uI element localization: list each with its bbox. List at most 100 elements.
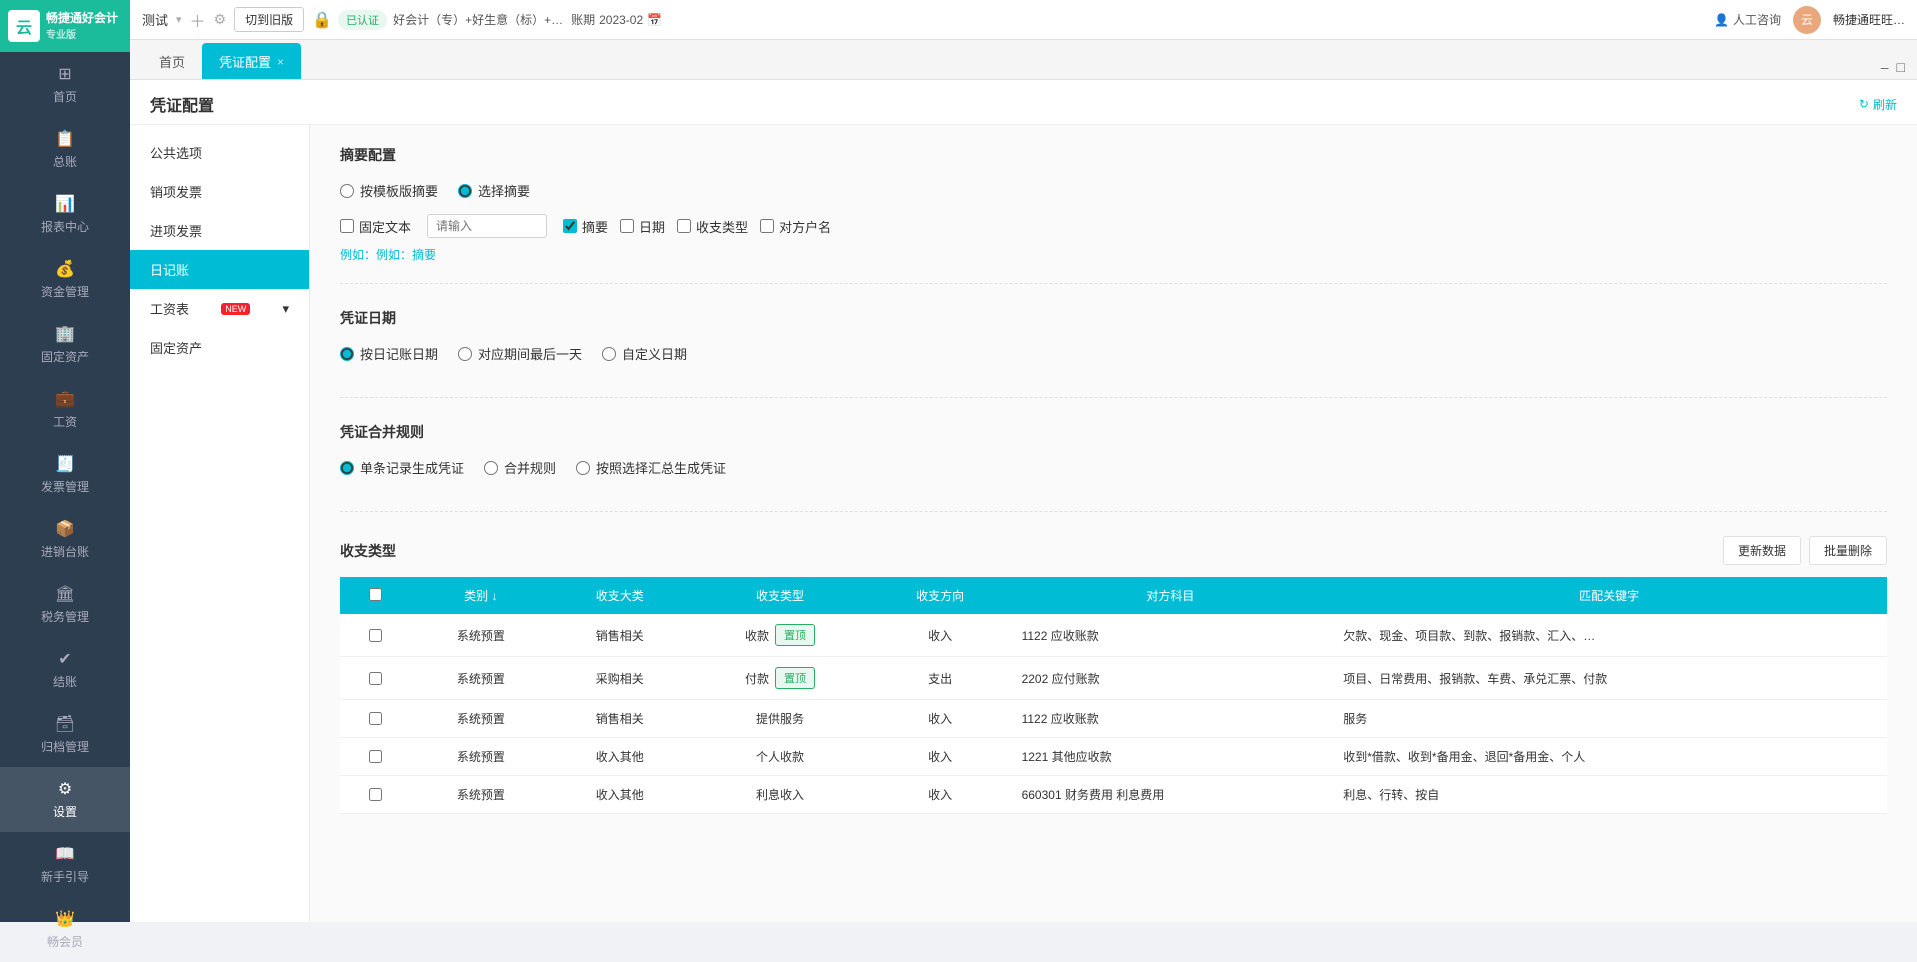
app-logo: 云 畅捷通好会计 专业版 — [0, 0, 130, 52]
expand-icon: ▾ — [282, 301, 289, 317]
page-title: 凭证配置 — [150, 92, 214, 116]
row-category: 系统预置 — [411, 738, 550, 776]
sidebar-item-tax[interactable]: 🏛 税务管理 — [0, 572, 130, 637]
settings-icon[interactable]: ⚙ — [214, 11, 227, 28]
tab-voucher-config[interactable]: 凭证配置 × — [202, 43, 301, 79]
tag-badge-1[interactable]: 置顶 — [775, 667, 815, 689]
summary-radio-template[interactable]: 按模板版摘要 — [340, 181, 438, 200]
left-nav-label-purchase_inv: 进项发票 — [150, 221, 202, 240]
sidebar-item-assets[interactable]: 🏢固定资产 — [0, 312, 130, 377]
row-keywords: 收到*借款、收到*备用金、退回*备用金、个人 — [1331, 738, 1887, 776]
left-nav-item-purchase_inv[interactable]: 进项发票 — [130, 211, 309, 250]
sidebar-label-archive: 归档管理 — [41, 738, 89, 755]
date-radio-input-journal_date[interactable] — [340, 347, 354, 361]
sidebar-label-tax: 税务管理 — [41, 608, 89, 625]
fullscreen-icon[interactable]: □ — [1897, 59, 1905, 75]
row-direction: 收入 — [871, 776, 1010, 814]
select-all-checkbox[interactable] — [369, 588, 382, 601]
merge-radio-input-summary_gen[interactable] — [576, 461, 590, 475]
left-nav-label-journal: 日记账 — [150, 260, 189, 279]
row-checkbox-cell[interactable] — [340, 614, 411, 657]
row-checkbox-cell[interactable] — [340, 657, 411, 700]
fixed-text-checkbox[interactable] — [340, 219, 354, 233]
radio-input-select[interactable] — [458, 184, 472, 198]
sidebar-item-invoice[interactable]: 🧾发票管理 — [0, 442, 130, 507]
date-radio-custom[interactable]: 自定义日期 — [602, 344, 687, 363]
sidebar-item-salary[interactable]: 💼工资 — [0, 377, 130, 442]
left-nav-item-journal[interactable]: 日记账 — [130, 250, 309, 289]
left-nav-item-public[interactable]: 公共选项 — [130, 133, 309, 172]
merge-section: 凭证合并规则 单条记录生成凭证 合并规则 按照选择汇总生成凭证 — [340, 422, 1887, 512]
checkbox-counterparty[interactable]: 对方户名 — [760, 217, 831, 236]
sidebar-item-archive[interactable]: 🗃 归档管理 — [0, 702, 130, 767]
date-radio-input-period_last[interactable] — [458, 347, 472, 361]
row-keywords: 项目、日常费用、报销款、车费、承兑汇票、付款 — [1331, 657, 1887, 700]
merge-radio-input-merge[interactable] — [484, 461, 498, 475]
sidebar-item-purchase[interactable]: 📦进销台账 — [0, 507, 130, 572]
user-name[interactable]: 畅捷通旺旺… — [1833, 11, 1905, 28]
table-header-4: 收支方向 — [871, 577, 1010, 614]
calendar-icon[interactable]: 📅 — [647, 13, 662, 27]
radio-input-template[interactable] — [340, 184, 354, 198]
table-header-0[interactable] — [340, 577, 411, 614]
sidebar-item-ledger[interactable]: 📋总账 — [0, 117, 130, 182]
left-nav-item-sales[interactable]: 销项发票 — [130, 172, 309, 211]
merge-radio-merge[interactable]: 合并规则 — [484, 458, 556, 477]
merge-radio-input-single[interactable] — [340, 461, 354, 475]
merge-radio-summary_gen[interactable]: 按照选择汇总生成凭证 — [576, 458, 726, 477]
row-category: 系统预置 — [411, 700, 550, 738]
archive-icon: 🗃 — [55, 714, 75, 734]
help-button[interactable]: 👤 人工咨询 — [1714, 11, 1781, 28]
checkbox-input-summary[interactable] — [563, 219, 577, 233]
date-radio-period_last[interactable]: 对应期间最后一天 — [458, 344, 582, 363]
checkbox-input-date[interactable] — [620, 219, 634, 233]
checkbox-input-type[interactable] — [677, 219, 691, 233]
sidebar-item-settings[interactable]: ⚙设置 — [0, 767, 130, 832]
row-subject: 1221 其他应收款 — [1010, 738, 1332, 776]
merge-title: 凭证合并规则 — [340, 422, 1887, 442]
sidebar-item-member[interactable]: 👑畅会员 — [0, 897, 130, 962]
add-icon[interactable]: ＋ — [190, 8, 206, 32]
switch-version-button[interactable]: 切到旧版 — [234, 7, 304, 32]
row-major-type: 收入其他 — [550, 776, 689, 814]
tab-home[interactable]: 首页 — [142, 43, 202, 79]
dropdown-icon[interactable]: ▾ — [176, 13, 182, 26]
date-radio-journal_date[interactable]: 按日记账日期 — [340, 344, 438, 363]
date-radio-input-custom[interactable] — [602, 347, 616, 361]
sidebar-label-settings: 设置 — [53, 803, 77, 820]
tax-icon: 🏛 — [55, 584, 75, 604]
sidebar: 云 畅捷通好会计 专业版 ⊞首页📋总账📊报表中心💰资金管理🏢固定资产💼工资🧾发票… — [0, 0, 130, 922]
sidebar-item-home[interactable]: ⊞首页 — [0, 52, 130, 117]
logo-sub: 专业版 — [46, 26, 118, 41]
tag-badge-0[interactable]: 置顶 — [775, 624, 815, 646]
checkbox-input-counterparty[interactable] — [760, 219, 774, 233]
row-keywords: 欠款、现金、项目款、到款、报销款、汇入、… — [1331, 614, 1887, 657]
sidebar-item-settle[interactable]: ✔结账 — [0, 637, 130, 702]
tab-close-icon[interactable]: × — [277, 55, 284, 69]
minimize-icon[interactable]: – — [1881, 59, 1889, 75]
fixed-text-input[interactable] — [427, 214, 547, 238]
row-checkbox-cell[interactable] — [340, 700, 411, 738]
row-checkbox-cell[interactable] — [340, 776, 411, 814]
left-nav-item-salary_sheet[interactable]: 工资表NEW▾ — [130, 289, 309, 328]
fixed-text-label[interactable]: 固定文本 — [340, 217, 411, 236]
guide-icon: 📖 — [55, 844, 75, 864]
row-major-type: 销售相关 — [550, 614, 689, 657]
refresh-button[interactable]: ↻ 刷新 — [1859, 96, 1897, 113]
update-data-button[interactable]: 更新数据 — [1723, 536, 1801, 565]
sidebar-item-reports[interactable]: 📊报表中心 — [0, 182, 130, 247]
row-checkbox-cell[interactable] — [340, 738, 411, 776]
sidebar-label-settle: 结账 — [53, 673, 77, 690]
checkbox-date[interactable]: 日期 — [620, 217, 665, 236]
batch-delete-button[interactable]: 批量删除 — [1809, 536, 1887, 565]
left-nav: 公共选项销项发票进项发票日记账工资表NEW▾固定资产 — [130, 125, 310, 922]
merge-radio-single[interactable]: 单条记录生成凭证 — [340, 458, 464, 477]
sidebar-label-purchase: 进销台账 — [41, 543, 89, 560]
checkbox-type[interactable]: 收支类型 — [677, 217, 748, 236]
checkbox-summary[interactable]: 摘要 — [563, 217, 608, 236]
sidebar-item-funds[interactable]: 💰资金管理 — [0, 247, 130, 312]
left-nav-item-fixed_asset[interactable]: 固定资产 — [130, 328, 309, 367]
row-minor-type: 个人收款 — [689, 738, 870, 776]
summary-radio-select[interactable]: 选择摘要 — [458, 181, 530, 200]
sidebar-item-guide[interactable]: 📖新手引导 — [0, 832, 130, 897]
